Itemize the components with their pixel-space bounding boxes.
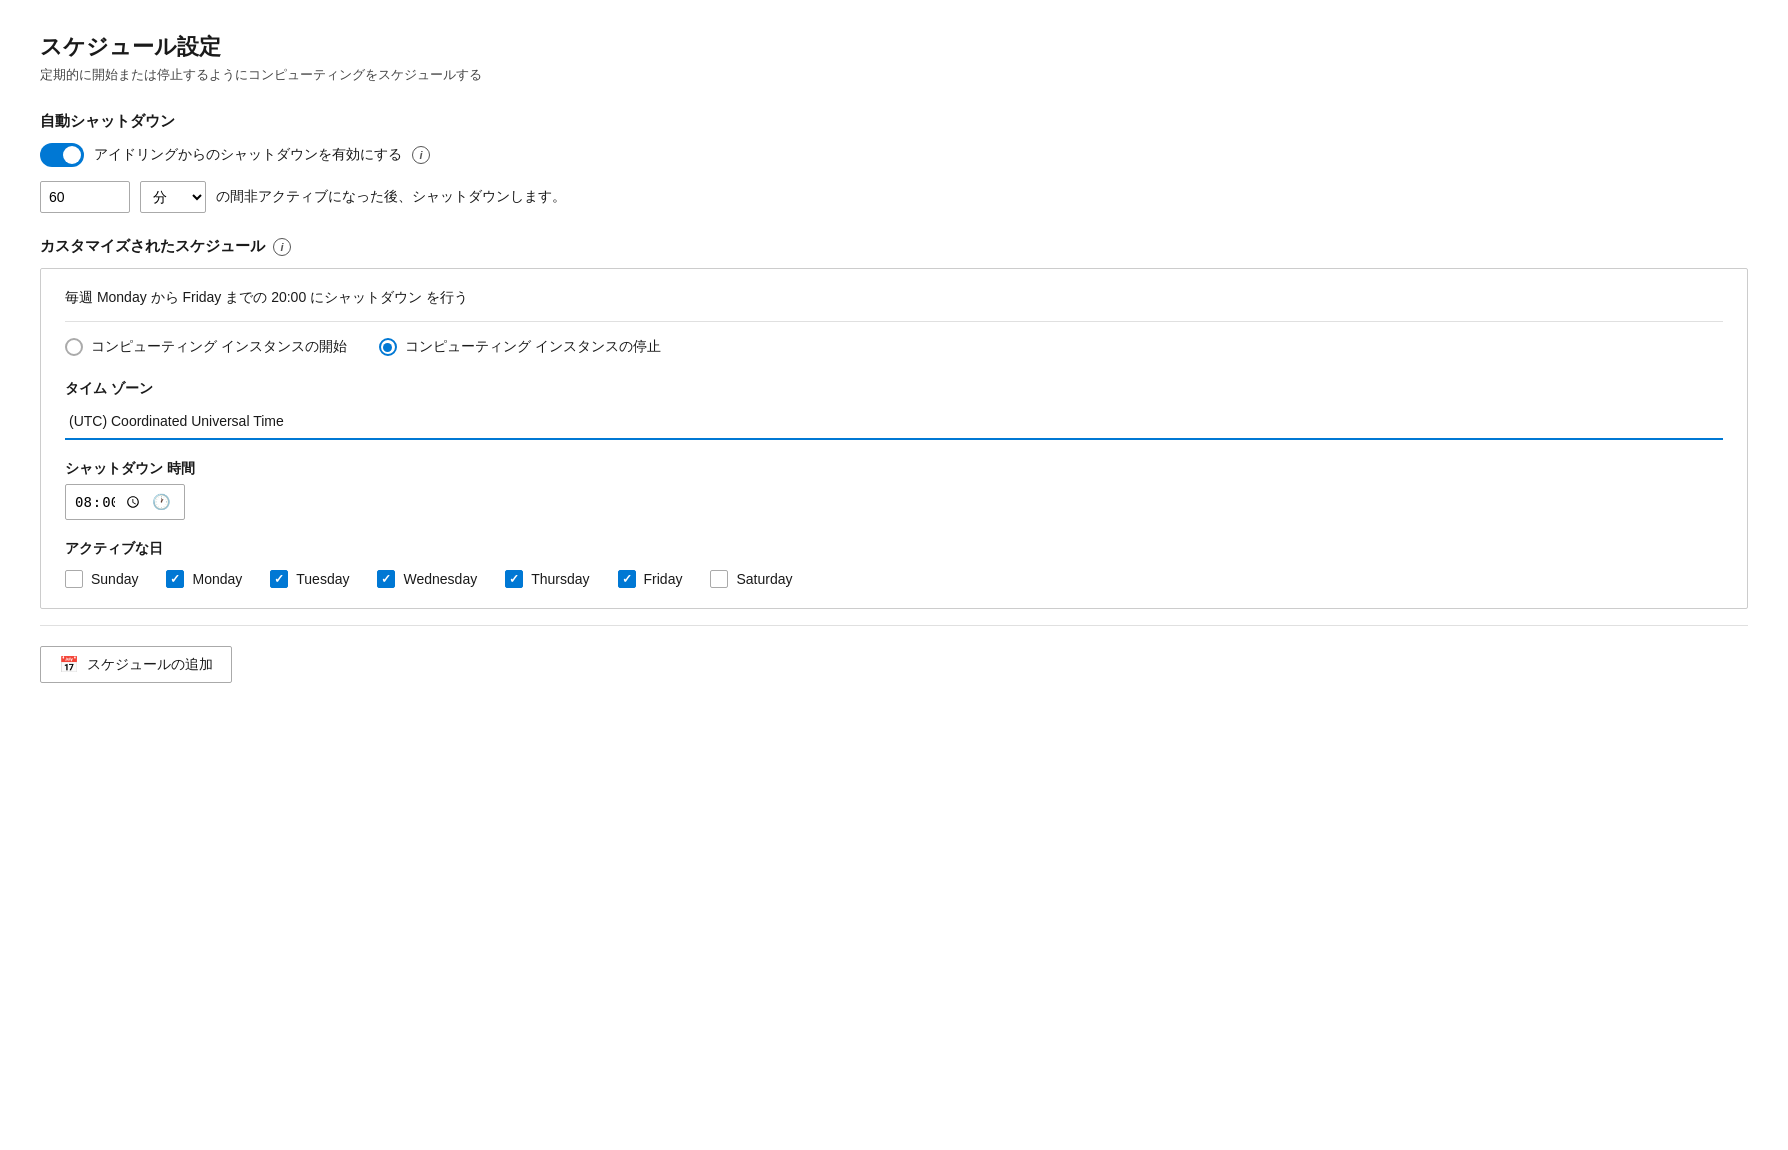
day-option-tuesday[interactable]: Tuesday <box>270 570 349 588</box>
schedule-summary: 毎週 Monday から Friday までの 20:00 にシャットダウン を… <box>65 289 1723 322</box>
shutdown-time-label: シャットダウン 時間 <box>65 460 1723 478</box>
day-option-monday[interactable]: Monday <box>166 570 242 588</box>
radio-start-option[interactable]: コンピューティング インスタンスの開始 <box>65 338 347 356</box>
radio-start-circle <box>65 338 83 356</box>
day-checkbox-saturday <box>710 570 728 588</box>
day-label-thursday: Thursday <box>531 571 589 587</box>
auto-shutdown-section: 自動シャットダウン アイドリングからのシャットダウンを有効にする i 分 時間 … <box>40 112 1748 213</box>
shutdown-time-input[interactable] <box>74 492 144 513</box>
day-option-friday[interactable]: Friday <box>618 570 683 588</box>
add-schedule-label: スケジュールの追加 <box>87 656 213 674</box>
action-radio-row: コンピューティング インスタンスの開始 コンピューティング インスタンスの停止 <box>65 338 1723 356</box>
day-label-friday: Friday <box>644 571 683 587</box>
radio-stop-circle <box>379 338 397 356</box>
idle-shutdown-info-icon[interactable]: i <box>412 146 430 164</box>
day-option-thursday[interactable]: Thursday <box>505 570 589 588</box>
inactive-minutes-input[interactable] <box>40 181 130 213</box>
day-label-wednesday: Wednesday <box>403 571 477 587</box>
radio-stop-option[interactable]: コンピューティング インスタンスの停止 <box>379 338 661 356</box>
day-option-sunday[interactable]: Sunday <box>65 570 138 588</box>
days-row: Sunday Monday Tuesday Wednesday Thursday Frid… <box>65 570 1723 588</box>
calendar-icon: 📅 <box>59 655 79 674</box>
timezone-section: タイム ゾーン (UTC) Coordinated Universal Time… <box>65 380 1723 440</box>
day-label-tuesday: Tuesday <box>296 571 349 587</box>
day-option-wednesday[interactable]: Wednesday <box>377 570 477 588</box>
timezone-label: タイム ゾーン <box>65 380 1723 398</box>
radio-stop-label: コンピューティング インスタンスの停止 <box>405 338 661 356</box>
divider <box>40 625 1748 626</box>
add-schedule-button[interactable]: 📅 スケジュールの追加 <box>40 646 232 683</box>
day-label-sunday: Sunday <box>91 571 138 587</box>
custom-schedule-section: カスタマイズされたスケジュール i 毎週 Monday から Friday まで… <box>40 237 1748 683</box>
custom-schedule-label: カスタマイズされたスケジュール <box>40 237 265 256</box>
day-checkbox-tuesday <box>270 570 288 588</box>
day-checkbox-friday <box>618 570 636 588</box>
day-checkbox-sunday <box>65 570 83 588</box>
day-label-saturday: Saturday <box>736 571 792 587</box>
active-days-section: アクティブな日 Sunday Monday Tuesday Wednesday Thur… <box>65 540 1723 588</box>
inactive-suffix-text: の間非アクティブになった後、シャットダウンします。 <box>216 188 566 206</box>
page-title: スケジュール設定 <box>40 32 1748 62</box>
day-label-monday: Monday <box>192 571 242 587</box>
day-checkbox-thursday <box>505 570 523 588</box>
day-checkbox-wednesday <box>377 570 395 588</box>
custom-schedule-info-icon[interactable]: i <box>273 238 291 256</box>
timezone-select[interactable]: (UTC) Coordinated Universal Time (UTC+09… <box>65 404 1723 440</box>
idle-shutdown-toggle[interactable] <box>40 143 84 167</box>
day-checkbox-monday <box>166 570 184 588</box>
active-days-label: アクティブな日 <box>65 540 1723 558</box>
idle-shutdown-label: アイドリングからのシャットダウンを有効にする <box>94 146 402 164</box>
inactive-unit-select[interactable]: 分 時間 <box>140 181 206 213</box>
radio-start-label: コンピューティング インスタンスの開始 <box>91 338 347 356</box>
shutdown-time-section: シャットダウン 時間 🕐 <box>65 460 1723 520</box>
shutdown-time-input-wrapper: 🕐 <box>65 484 185 520</box>
auto-shutdown-label: 自動シャットダウン <box>40 112 1748 131</box>
day-option-saturday[interactable]: Saturday <box>710 570 792 588</box>
page-subtitle: 定期的に開始または停止するようにコンピューティングをスケジュールする <box>40 66 1748 84</box>
schedule-card: 毎週 Monday から Friday までの 20:00 にシャットダウン を… <box>40 268 1748 609</box>
clock-icon: 🕐 <box>152 493 171 511</box>
